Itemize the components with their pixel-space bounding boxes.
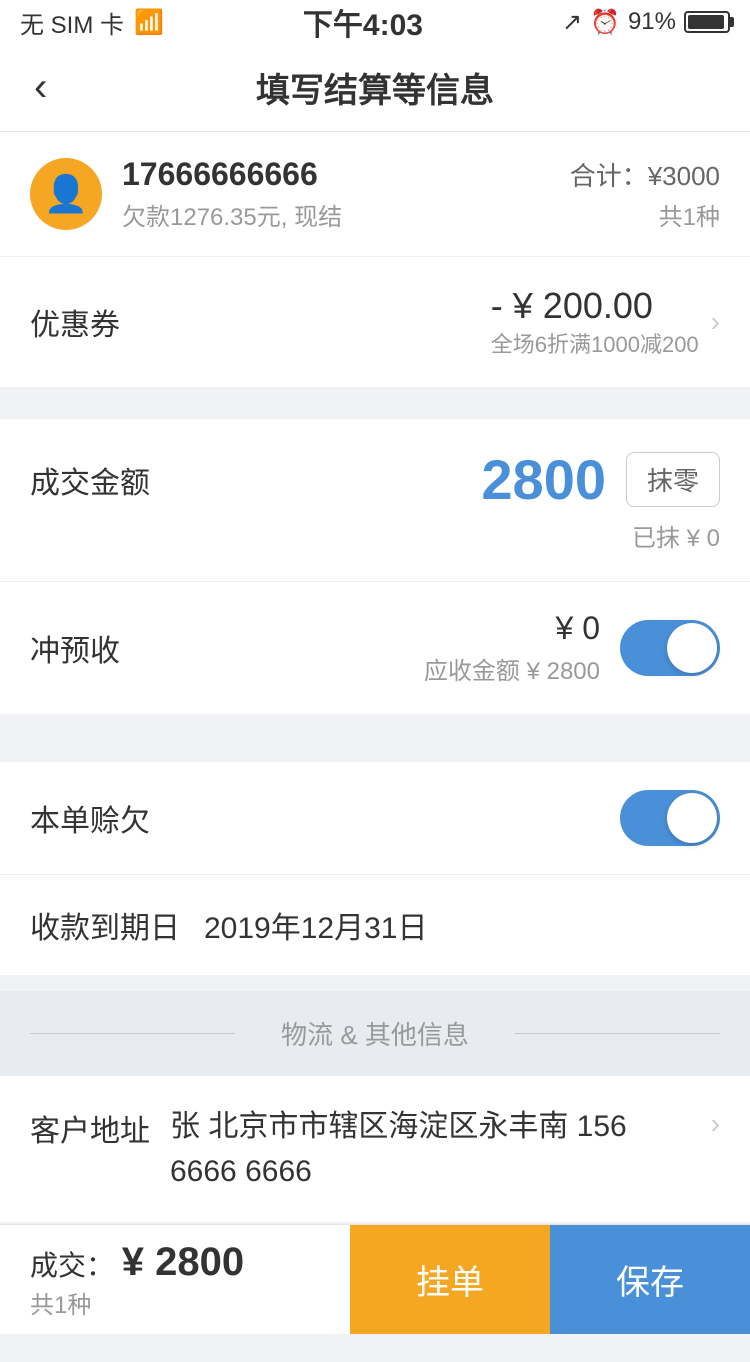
alarm-icon: ⏰: [590, 8, 620, 37]
customer-subtext: 欠款1276.35元, 现结: [122, 197, 342, 232]
amount-section: 成交金额 2800 抹零 已抹 ¥ 0 冲预收 ¥ 0 应收金额 ¥ 2800: [0, 419, 750, 714]
customer-row: 👤 17666666666 欠款1276.35元, 现结 合计：¥3000 共1…: [0, 132, 750, 256]
status-bar: 无 SIM 卡 📶 下午4:03 ↗ ⏰ 91%: [0, 0, 750, 44]
customer-info: 17666666666 欠款1276.35元, 现结: [122, 156, 342, 232]
carrier-label: 无 SIM 卡: [20, 5, 124, 40]
address-section[interactable]: 客户地址 张 北京市市辖区海淀区永丰南 156 6666 6666 ›: [0, 1076, 750, 1222]
sep-line-right: [515, 1033, 720, 1034]
coupon-right: - ¥ 200.00 全场6折满1000减200 ›: [491, 285, 720, 359]
coupon-row[interactable]: 优惠券 - ¥ 200.00 全场6折满1000减200 ›: [0, 256, 750, 387]
nav-bar: ‹ 填写结算等信息: [0, 44, 750, 132]
bottom-summary: 成交： ¥ 2800 共1种: [0, 1240, 350, 1320]
credit-toggle[interactable]: [620, 790, 720, 846]
amount-label: 成交金额: [30, 458, 150, 502]
summary-count: 共1种: [30, 1285, 320, 1320]
bottom-bar: 成交： ¥ 2800 共1种 挂单 保存: [0, 1224, 750, 1334]
customer-section: 👤 17666666666 欠款1276.35元, 现结 合计：¥3000 共1…: [0, 132, 750, 387]
total-label: 合计：¥3000: [570, 156, 720, 193]
amount-row: 成交金额 2800 抹零: [30, 447, 720, 512]
prepay-label: 冲预收: [30, 626, 120, 670]
divider-2: [0, 730, 750, 746]
battery-percent: 91%: [628, 8, 676, 36]
sep-line-left: [30, 1033, 235, 1034]
page-title: 填写结算等信息: [256, 63, 494, 112]
prepay-toggle[interactable]: [620, 620, 720, 676]
amount-value: 2800: [481, 447, 606, 512]
coupon-discount: - ¥ 200.00: [491, 285, 699, 327]
amount-inner: 成交金额 2800 抹零 已抹 ¥ 0: [0, 419, 750, 581]
location-icon: ↗: [562, 8, 582, 37]
prepay-amount: ¥ 0 应收金额 ¥ 2800: [424, 610, 600, 686]
address-value: 张 北京市市辖区海淀区永丰南 156 6666 6666: [170, 1104, 699, 1194]
save-button[interactable]: 保存: [550, 1225, 750, 1334]
avatar: 👤: [30, 158, 102, 230]
summary-amount: ¥ 2800: [122, 1240, 244, 1284]
customer-phone: 17666666666: [122, 156, 342, 193]
prepay-subtext: 应收金额 ¥ 2800: [424, 651, 600, 686]
summary-line: 成交： ¥ 2800: [30, 1240, 320, 1285]
prepay-row: 冲预收 ¥ 0 应收金额 ¥ 2800: [30, 610, 720, 686]
duedate-label: 收款到期日: [30, 903, 180, 947]
back-button[interactable]: ‹: [24, 55, 57, 120]
address-chevron: ›: [711, 1108, 720, 1140]
customer-left: 👤 17666666666 欠款1276.35元, 现结: [30, 156, 342, 232]
summary-prefix: 成交：: [30, 1250, 114, 1281]
credit-label: 本单赊欠: [30, 796, 150, 840]
total-count: 共1种: [570, 197, 720, 232]
divider-3: [0, 975, 750, 991]
duedate-section: 收款到期日 2019年12月31日: [0, 874, 750, 975]
status-right: ↗ ⏰ 91%: [562, 8, 730, 37]
battery-icon: [684, 11, 730, 33]
status-left: 无 SIM 卡 📶: [20, 5, 164, 40]
address-row: 客户地址 张 北京市市辖区海淀区永丰南 156 6666 6666 ›: [30, 1104, 720, 1194]
prepay-amount-value: ¥ 0: [424, 610, 600, 647]
hang-button[interactable]: 挂单: [350, 1225, 550, 1334]
credit-toggle-thumb: [667, 793, 717, 843]
customer-right: 合计：¥3000 共1种: [570, 156, 720, 232]
status-time: 下午4:03: [303, 0, 423, 44]
bottom-actions: 挂单 保存: [350, 1225, 750, 1334]
credit-row: 本单赊欠: [30, 790, 720, 846]
duedate-value: 2019年12月31日: [204, 903, 427, 947]
prepay-right: ¥ 0 应收金额 ¥ 2800: [424, 610, 720, 686]
prepay-toggle-thumb: [667, 623, 717, 673]
avatar-icon: 👤: [44, 173, 89, 215]
wifi-icon: 📶: [134, 8, 164, 37]
duedate-row: 收款到期日 2019年12月31日: [30, 903, 720, 947]
address-label: 客户地址: [30, 1106, 150, 1150]
coupon-chevron: ›: [711, 306, 720, 338]
logistics-label: 物流 & 其他信息: [281, 1015, 469, 1052]
credit-section: 本单赊欠: [0, 762, 750, 874]
coupon-label: 优惠券: [30, 300, 120, 344]
divider-1: [0, 403, 750, 419]
prepay-section: 冲预收 ¥ 0 应收金额 ¥ 2800: [0, 581, 750, 714]
round-button[interactable]: 抹零: [626, 452, 720, 507]
amount-value-wrap: 2800 抹零: [481, 447, 720, 512]
coupon-desc: 全场6折满1000减200: [491, 327, 699, 359]
amount-subtext: 已抹 ¥ 0: [30, 518, 720, 553]
logistics-separator: 物流 & 其他信息: [0, 991, 750, 1076]
